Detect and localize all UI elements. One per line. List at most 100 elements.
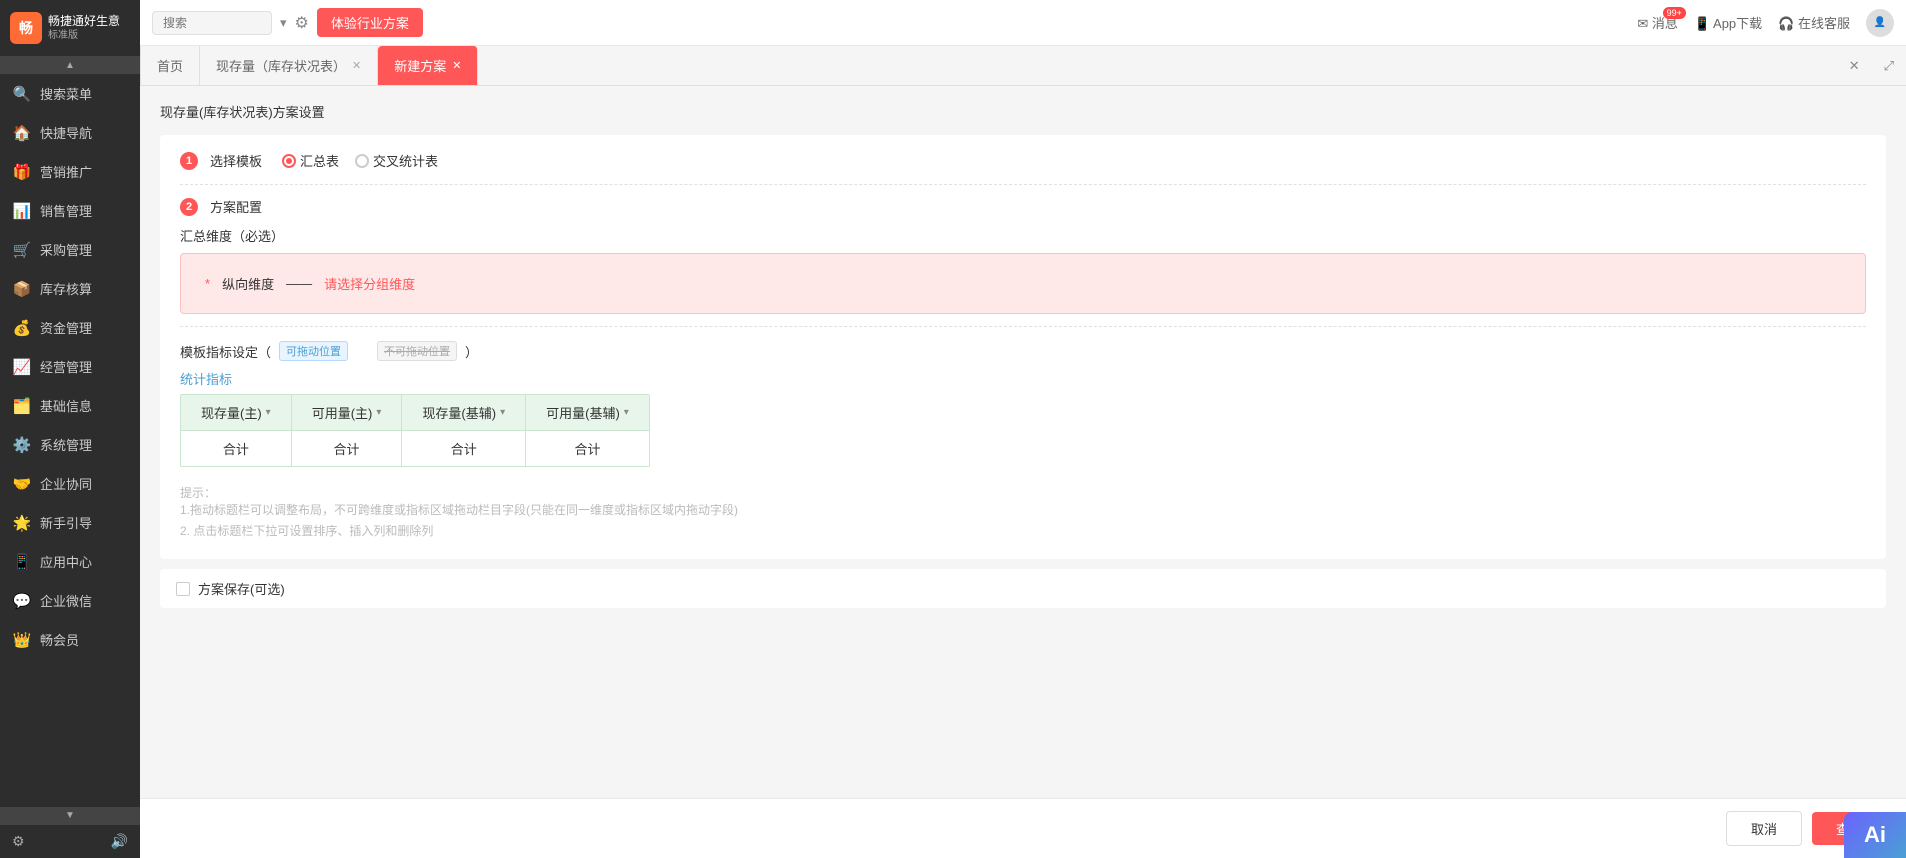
- sidebar-item-sales[interactable]: 📊 销售管理: [0, 191, 140, 230]
- basic-info-icon: 🗂️: [12, 397, 32, 415]
- avatar[interactable]: 👤: [1866, 9, 1894, 37]
- save-option-row: 方案保存(可选): [160, 569, 1886, 608]
- radio-cross[interactable]: 交叉统计表: [355, 151, 438, 170]
- cell-0-0: 合计: [181, 431, 291, 467]
- step1-badge: 1: [180, 152, 198, 170]
- cancel-button[interactable]: 取消: [1726, 811, 1802, 846]
- col-header-current-qty-aux[interactable]: 现存量(基辅) ▾: [402, 395, 526, 431]
- tips-section: 提示： 1.拖动标题栏可以调整布局，不可跨维度或指标区域拖动栏目字段(只能在同一…: [180, 484, 1866, 539]
- tab-home[interactable]: 首页: [140, 46, 200, 85]
- divider-1: [180, 184, 1866, 185]
- step1-label: 选择模板: [210, 151, 262, 170]
- indicator-settings: 模板指标设定（ 可拖动位置 不可拖动位置 ） 统计指标 现存量(主) ▾ 可用量…: [180, 341, 1866, 539]
- sales-icon: 📊: [12, 202, 32, 220]
- sidebar-item-marketing[interactable]: 🎁 营销推广: [0, 152, 140, 191]
- template-radio-group: 汇总表 交叉统计表: [282, 151, 438, 170]
- tab-close-all[interactable]: ✕: [1837, 48, 1872, 84]
- sound-icon[interactable]: 🔊: [111, 833, 128, 850]
- sidebar-item-system[interactable]: ⚙️ 系统管理: [0, 425, 140, 464]
- sidebar-scroll-down[interactable]: ▼: [0, 807, 140, 824]
- dimension-section-label: 汇总维度（必选）: [180, 226, 1866, 245]
- radio-summary-circle: [282, 154, 296, 168]
- sidebar-scroll-up[interactable]: ▲: [0, 57, 140, 74]
- tab-new-scheme[interactable]: 新建方案 ✕: [378, 46, 478, 85]
- tab-inventory-close[interactable]: ✕: [352, 59, 361, 72]
- step2-label: 方案配置: [210, 197, 262, 216]
- app-center-icon: 📱: [12, 553, 32, 571]
- sidebar-logo: 畅 畅捷通好生意 标准版: [0, 0, 140, 57]
- search-dropdown[interactable]: ▾: [280, 15, 287, 31]
- col-header-available-qty-aux[interactable]: 可用量(基辅) ▾: [526, 395, 649, 431]
- finance-label: 资金管理: [40, 318, 92, 337]
- col-header-available-qty-main[interactable]: 可用量(主) ▾: [291, 395, 402, 431]
- cooperation-label: 企业协同: [40, 474, 92, 493]
- sidebar-item-inventory[interactable]: 📦 库存核算: [0, 269, 140, 308]
- gear-icon[interactable]: ⚙: [295, 13, 309, 33]
- purchase-icon: 🛒: [12, 241, 32, 259]
- sidebar-item-basic-info[interactable]: 🗂️ 基础信息: [0, 386, 140, 425]
- new-guide-icon: 🌟: [12, 514, 32, 532]
- cell-0-2: 合计: [402, 431, 526, 467]
- tabs-bar: 首页 现存量（库存状况表） ✕ 新建方案 ✕ ✕ ⤢: [140, 46, 1906, 86]
- marketing-icon: 🎁: [12, 163, 32, 181]
- cooperation-icon: 🤝: [12, 475, 32, 493]
- operations-icon: 📈: [12, 358, 32, 376]
- app-download-button[interactable]: 📱 App下载: [1694, 13, 1762, 32]
- sidebar-item-wechat[interactable]: 💬 企业微信: [0, 581, 140, 620]
- dimension-section: 汇总维度（必选） * 纵向维度 —— 请选择分组维度: [180, 226, 1866, 314]
- message-button[interactable]: ✉ 消息 99+: [1637, 13, 1678, 32]
- sidebar-item-member[interactable]: 👑 畅会员: [0, 620, 140, 659]
- search-label: 搜索菜单: [40, 84, 92, 103]
- save-checkbox[interactable]: [176, 582, 190, 596]
- col-chevron-available-qty-main[interactable]: ▾: [376, 407, 381, 418]
- col-chevron-available-qty-aux[interactable]: ▾: [624, 407, 629, 418]
- save-label: 方案保存(可选): [198, 579, 285, 598]
- message-icon: ✉: [1637, 16, 1648, 31]
- trial-button[interactable]: 体验行业方案: [317, 8, 423, 37]
- dimension-required-star: *: [205, 276, 210, 291]
- stats-table: 现存量(主) ▾ 可用量(主) ▾ 现存量(基辅) ▾ 可用量(基辅) ▾ 合计…: [181, 395, 649, 466]
- tab-expand-icon[interactable]: ⤢: [1872, 48, 1906, 84]
- sidebar-nav: 🔍 搜索菜单 🏠 快捷导航 🎁 营销推广 📊 销售管理 🛒 采购管理 📦 库存核…: [0, 74, 140, 807]
- sidebar-item-search[interactable]: 🔍 搜索菜单: [0, 74, 140, 113]
- sidebar-item-operations[interactable]: 📈 经营管理: [0, 347, 140, 386]
- sidebar-item-finance[interactable]: 💰 资金管理: [0, 308, 140, 347]
- online-service-button[interactable]: 🎧 在线客服: [1778, 13, 1850, 32]
- dimension-box: * 纵向维度 —— 请选择分组维度: [180, 253, 1866, 314]
- dimension-vertical-label: 纵向维度: [222, 274, 274, 293]
- scheme-card: 1 选择模板 汇总表 交叉统计表 2 方案配置: [160, 135, 1886, 559]
- col-label-available-qty-aux: 可用量(基辅): [546, 403, 620, 422]
- sidebar-item-app-center[interactable]: 📱 应用中心: [0, 542, 140, 581]
- logo-icon: 畅: [10, 12, 42, 44]
- page-title: 现存量(库存状况表)方案设置: [160, 102, 1886, 121]
- sales-label: 销售管理: [40, 201, 92, 220]
- search-input[interactable]: [152, 11, 272, 35]
- dimension-placeholder[interactable]: 请选择分组维度: [324, 274, 415, 293]
- table-row: 合计合计合计合计: [181, 431, 649, 467]
- col-chevron-current-qty-aux[interactable]: ▾: [500, 407, 505, 418]
- sidebar-item-cooperation[interactable]: 🤝 企业协同: [0, 464, 140, 503]
- tab-home-label: 首页: [157, 56, 183, 75]
- col-label-current-qty-main: 现存量(主): [201, 403, 262, 422]
- col-chevron-current-qty-main[interactable]: ▾: [266, 407, 271, 418]
- tab-new-scheme-close[interactable]: ✕: [452, 59, 461, 72]
- radio-summary[interactable]: 汇总表: [282, 151, 339, 170]
- tab-inventory-label: 现存量（库存状况表）: [216, 56, 346, 75]
- app-icon: 📱: [1694, 16, 1710, 31]
- settings-icon[interactable]: ⚙: [12, 833, 25, 850]
- ai-badge[interactable]: Ai: [1844, 812, 1906, 858]
- sidebar-item-new-guide[interactable]: 🌟 新手引导: [0, 503, 140, 542]
- step2-badge: 2: [180, 198, 198, 216]
- topbar: ▾ ⚙ 体验行业方案 ✉ 消息 99+ 📱 App下载 🎧 在线客服 👤: [140, 0, 1906, 46]
- col-header-current-qty-main[interactable]: 现存量(主) ▾: [181, 395, 291, 431]
- sidebar: 畅 畅捷通好生意 标准版 ▲ 🔍 搜索菜单 🏠 快捷导航 🎁 营销推广 📊 销售…: [0, 0, 140, 858]
- system-label: 系统管理: [40, 435, 92, 454]
- indicator-settings-label: 模板指标设定（ 可拖动位置 不可拖动位置 ）: [180, 341, 1866, 361]
- bottom-bar: 取消 查询: [140, 798, 1906, 858]
- tab-inventory-status[interactable]: 现存量（库存状况表） ✕: [200, 46, 378, 85]
- basic-info-label: 基础信息: [40, 396, 92, 415]
- sidebar-item-quick-nav[interactable]: 🏠 快捷导航: [0, 113, 140, 152]
- sidebar-item-purchase[interactable]: 🛒 采购管理: [0, 230, 140, 269]
- radio-summary-label: 汇总表: [300, 151, 339, 170]
- step2-row: 2 方案配置: [180, 197, 1866, 216]
